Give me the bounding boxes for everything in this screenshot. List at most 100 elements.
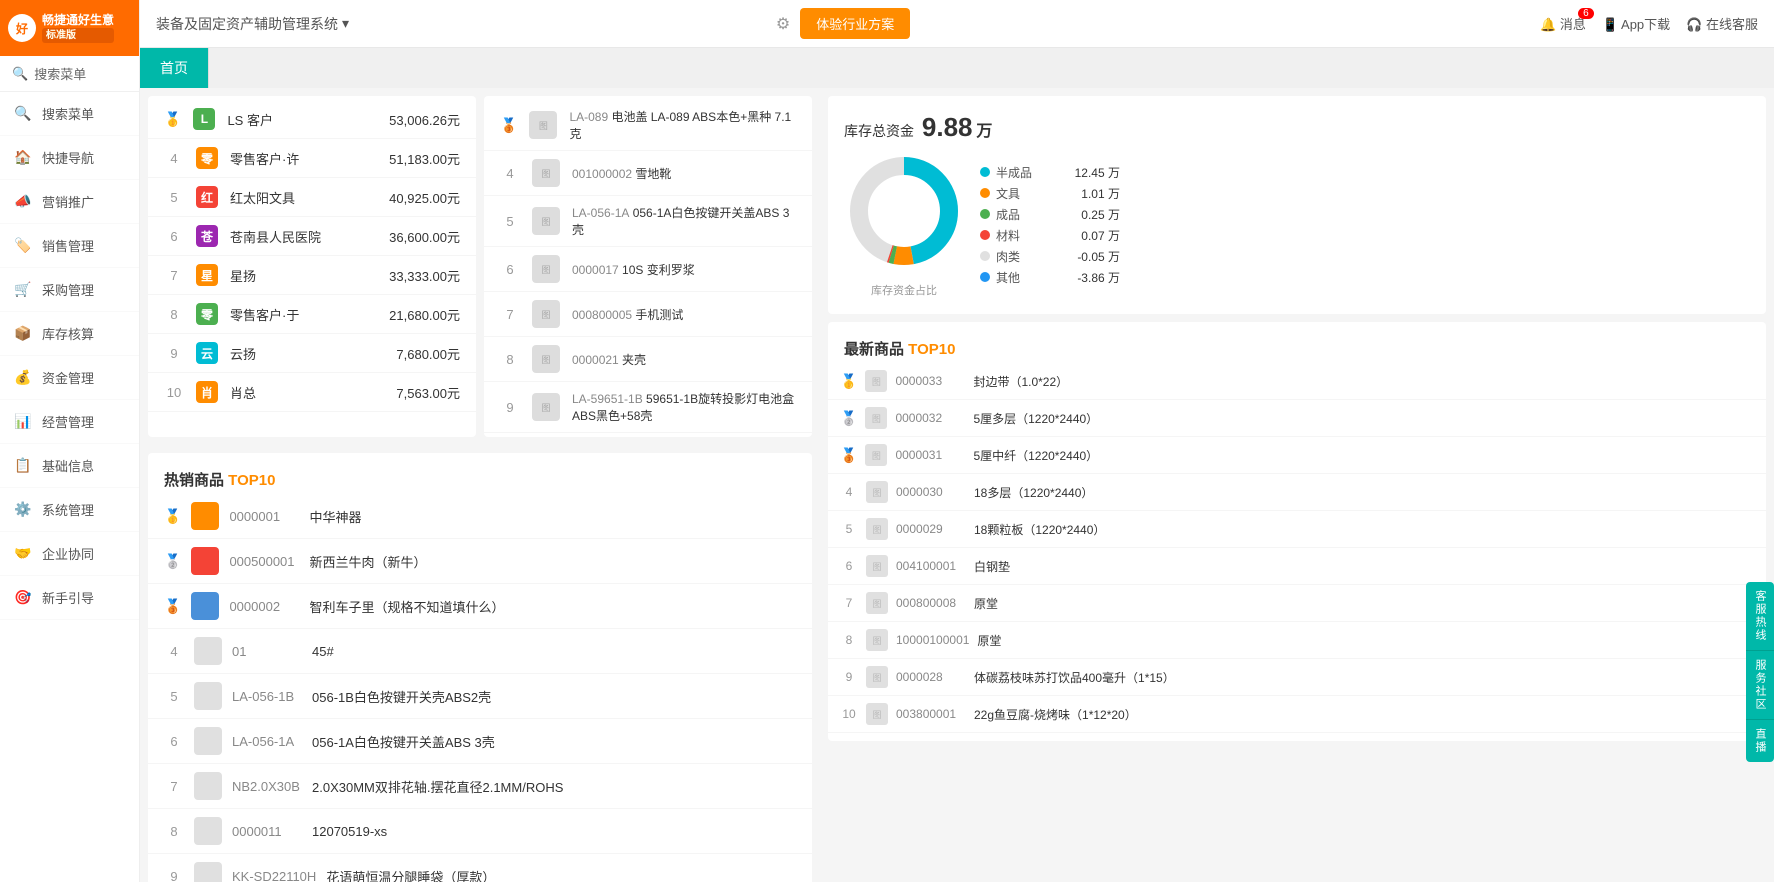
product-name: 056-1B白色按键开关壳ABS2壳 [312, 687, 796, 706]
product-img: 图 [532, 300, 560, 328]
marketing-icon: 📣 [14, 193, 32, 211]
product-code: 01 [232, 644, 302, 659]
sidebar-item-operation[interactable]: 📊 经营管理 [0, 400, 139, 444]
newest-img: 图 [866, 518, 888, 540]
product-img [194, 637, 222, 665]
float-btn-service[interactable]: 客服热线 [1746, 582, 1774, 651]
newest-product-item: 8 图 10000100001 原堂 [828, 622, 1766, 659]
rank-num: 9 [164, 346, 184, 361]
newest-name: 5厘中纤（1220*2440） [973, 447, 1754, 464]
hot-product-item: 🥈 000500001 新西兰牛肉（新牛） [148, 539, 812, 584]
chart-area: 库存资金占比 半成品 12.45 万 文具 1.01 万 成品 0.25 万 材… [844, 151, 1750, 298]
sidebar-item-system[interactable]: ⚙️ 系统管理 [0, 488, 139, 532]
customer-ranking-item: 9 云 云扬 7,680.00元 [148, 334, 476, 373]
newest-rank: 5 [840, 522, 858, 536]
basic-icon: 📋 [14, 457, 32, 475]
product-img: 图 [532, 207, 560, 235]
online-service[interactable]: 🎧 在线客服 [1686, 14, 1758, 33]
product-info: 001000002 雪地靴 [572, 165, 796, 182]
rank-badge: 零 [196, 303, 218, 325]
customer-amount: 21,680.00元 [389, 305, 460, 324]
newest-code: 0000029 [896, 522, 966, 536]
legend-value: 0.25 万 [1081, 206, 1120, 223]
sidebar-item-sales[interactable]: 🏷️ 销售管理 [0, 224, 139, 268]
rank-num: 7 [164, 268, 184, 283]
rank-num: 5 [164, 190, 184, 205]
rank-num: 10 [164, 385, 184, 400]
product-code: 0000002 [229, 599, 299, 614]
legend-value: -3.86 万 [1077, 269, 1120, 286]
sidebar-item-basic[interactable]: 📋 基础信息 [0, 444, 139, 488]
customer-amount: 36,600.00元 [389, 227, 460, 246]
customer-ranking-item: 4 零 零售客户·许 51,183.00元 [148, 139, 476, 178]
search-icon: 🔍 [14, 105, 32, 123]
product-info: LA-089 电池盖 LA-089 ABS本色+黑种 7.1克 [569, 108, 796, 142]
product-ranking-item: 8 图 0000021 夹壳 [484, 337, 812, 382]
newest-name: 18多层（1220*2440） [974, 484, 1754, 501]
sidebar-search[interactable]: 🔍 搜索菜单 [0, 56, 139, 92]
legend-value: 0.07 万 [1081, 227, 1120, 244]
customer-name: 肖总 [230, 383, 384, 402]
finance-icon: 💰 [14, 369, 32, 387]
chevron-down-icon: ▾ [342, 15, 349, 32]
customer-ranking-item: 5 红 红太阳文具 40,925.00元 [148, 178, 476, 217]
newest-name: 原堂 [974, 595, 1754, 612]
sidebar-item-search[interactable]: 🔍 搜索菜单 [0, 92, 139, 136]
medal-gold-icon: 🥇 [164, 111, 181, 128]
product-ranking-item: 🥉 图 LA-089 电池盖 LA-089 ABS本色+黑种 7.1克 [484, 100, 812, 151]
product-img [194, 817, 222, 845]
rank-num: 4 [164, 151, 184, 166]
sidebar-item-enterprise[interactable]: 🤝 企业协同 [0, 532, 139, 576]
logo-icon: 好 [8, 14, 36, 42]
hot-product-item: 🥉 0000002 智利车子里（规格不知道填什么） [148, 584, 812, 629]
notification-bell[interactable]: 🔔 消息 6 [1540, 14, 1586, 33]
float-btn-community[interactable]: 服务社区 [1746, 651, 1774, 720]
sidebar-item-quick-nav[interactable]: 🏠 快捷导航 [0, 136, 139, 180]
logo-text: 畅捷通好生意 标准版 [42, 13, 114, 44]
product-img: 图 [532, 345, 560, 373]
rank-num: 6 [500, 262, 520, 277]
newest-name: 22g鱼豆腐-烧烤味（1*12*20） [974, 706, 1754, 723]
legend-value: -0.05 万 [1077, 248, 1120, 265]
product-code: 0000001 [229, 509, 299, 524]
settings-icon[interactable]: ⚙ [776, 14, 790, 34]
tab-home[interactable]: 首页 [140, 48, 209, 88]
product-img: 图 [532, 255, 560, 283]
sidebar-item-inventory[interactable]: 📦 库存核算 [0, 312, 139, 356]
sidebar-item-guide[interactable]: 🎯 新手引导 [0, 576, 139, 620]
newest-name: 5厘多层（1220*2440） [973, 410, 1754, 427]
newest-name: 封边带（1.0*22） [973, 373, 1754, 390]
float-btn-live[interactable]: 直播 [1746, 720, 1774, 762]
sidebar-item-finance[interactable]: 💰 资金管理 [0, 356, 139, 400]
newest-img: 图 [866, 592, 888, 614]
medal-bronze-icon: 🥉 [164, 598, 181, 615]
rank-num: 9 [500, 400, 520, 415]
legend-label: 其他 [996, 269, 1071, 286]
legend-dot [980, 188, 990, 198]
sidebar-item-purchase[interactable]: 🛒 采购管理 [0, 268, 139, 312]
newest-products-box: 最新商品 TOP10 🥇 图 0000033 封边带（1.0*22）🥈 图 00… [828, 322, 1766, 741]
app-download[interactable]: 📱 App下载 [1602, 14, 1670, 33]
rank-badge: 红 [196, 186, 218, 208]
system-name-dropdown[interactable]: 装备及固定资产辅助管理系统 ▾ [156, 14, 766, 34]
rank-num: 8 [164, 307, 184, 322]
customer-amount: 7,680.00元 [396, 344, 460, 363]
hot-products-box: 热销商品 TOP10 🥇 0000001 中华神器🥈 000500001 新西兰… [148, 453, 812, 882]
customer-ranking-item: 8 零 零售客户·于 21,680.00元 [148, 295, 476, 334]
customer-amount: 40,925.00元 [389, 188, 460, 207]
medal-gold-icon: 🥇 [840, 373, 857, 390]
nav-label-marketing: 营销推广 [42, 192, 94, 211]
legend-dot [980, 251, 990, 261]
product-rank: 5 [164, 689, 184, 704]
ranking-panels-row: 🥇 L LS 客户 53,006.26元4 零 零售客户·许 51,183.00… [140, 88, 820, 445]
sidebar: 好 畅捷通好生意 标准版 🔍 搜索菜单 🔍 搜索菜单🏠 快捷导航📣 营销推广🏷️… [0, 0, 140, 882]
nav-label-sales: 销售管理 [42, 236, 94, 255]
operation-icon: 📊 [14, 413, 32, 431]
customer-amount: 51,183.00元 [389, 149, 460, 168]
try-btn[interactable]: 体验行业方案 [800, 8, 910, 39]
newest-code: 0000032 [895, 411, 965, 425]
topbar: 装备及固定资产辅助管理系统 ▾ ⚙ 体验行业方案 🔔 消息 6 📱 App下载 … [140, 0, 1774, 48]
customer-name: 苍南县人民医院 [230, 227, 377, 246]
rank-num: 5 [500, 214, 520, 229]
sidebar-item-marketing[interactable]: 📣 营销推广 [0, 180, 139, 224]
